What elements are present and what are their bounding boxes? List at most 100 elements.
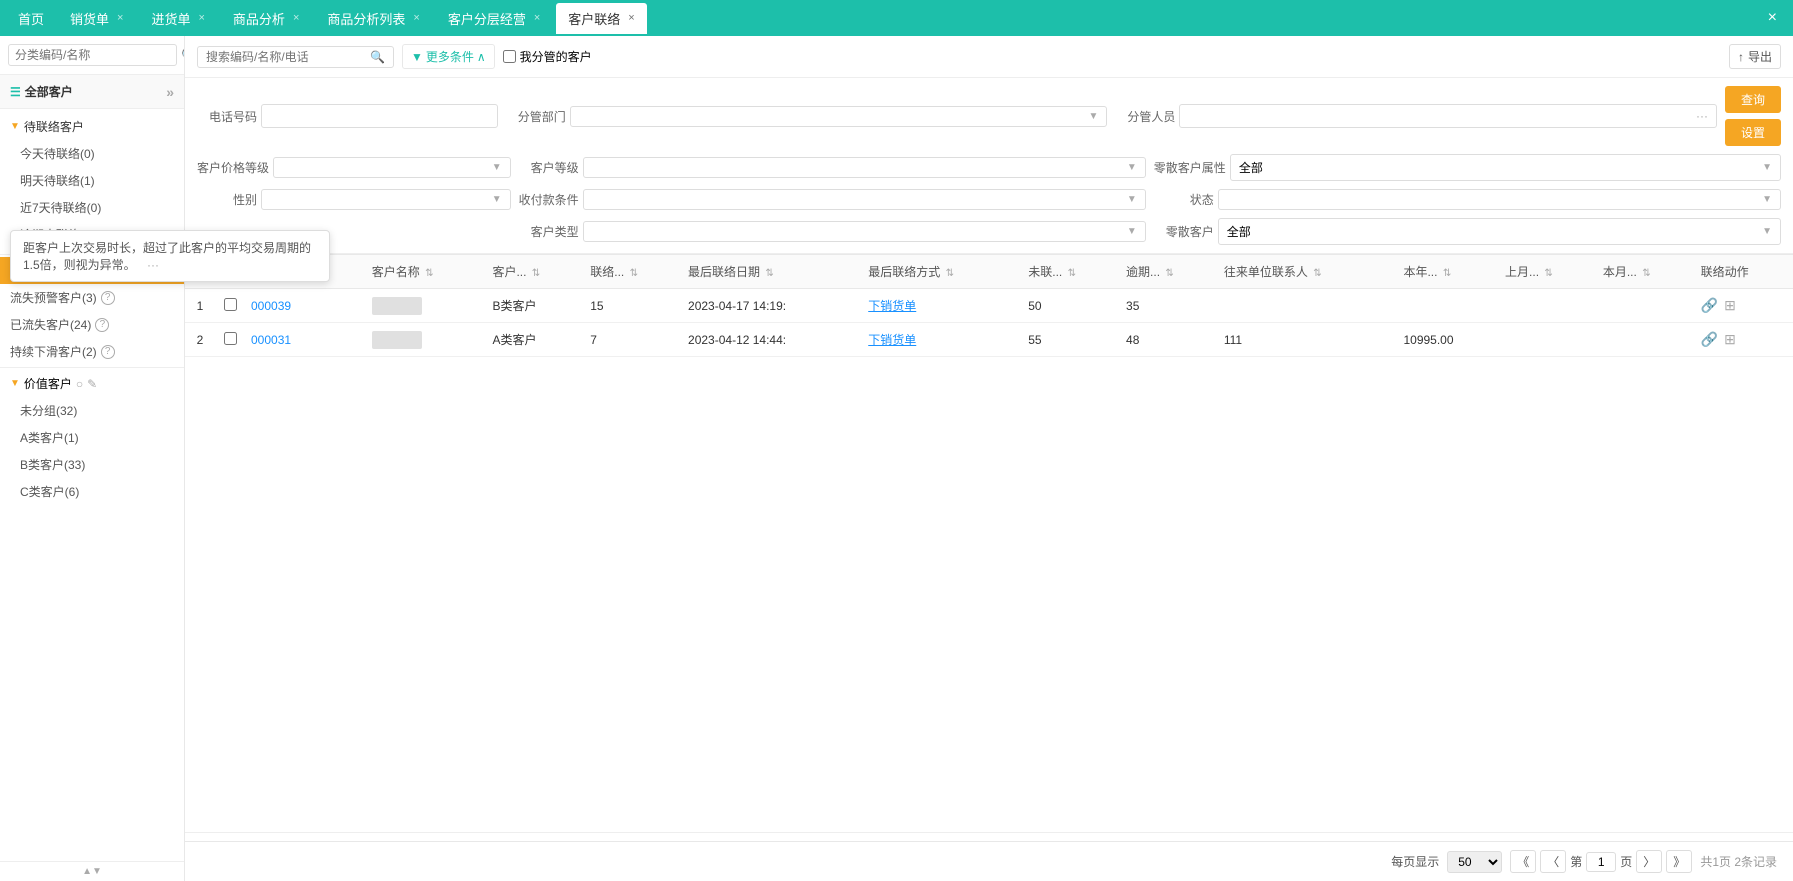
page-navigation: 《 〈 第 页 〉 》 <box>1510 850 1692 873</box>
nav-close-product-analysis-list[interactable]: × <box>413 12 419 24</box>
value-edit2-icon[interactable]: ✎ <box>87 377 97 391</box>
phone-input[interactable] <box>261 104 498 128</box>
row-code[interactable]: 000039 <box>245 289 366 323</box>
row-this-year <box>1397 289 1499 323</box>
lost-customers-help-icon[interactable]: ? <box>95 318 109 332</box>
row-link-icon[interactable]: 🔗 <box>1701 297 1718 314</box>
customer-level-select[interactable]: ▼ <box>583 157 1146 178</box>
sidebar-value-customers-header[interactable]: ▼ 价值客户 ○ ✎ <box>0 370 184 397</box>
sidebar-item-ungrouped[interactable]: 未分组(32) <box>0 397 184 424</box>
declining-help-icon[interactable]: ? <box>101 345 115 359</box>
last-page-button[interactable]: 》 <box>1666 850 1692 873</box>
current-page-input[interactable] <box>1586 852 1616 872</box>
department-select[interactable]: ▼ <box>570 106 1108 127</box>
col-customer-type[interactable]: 客户... ⇅ <box>486 255 584 289</box>
sidebar-pending-header[interactable]: ▼ 待联络客户 <box>0 113 184 140</box>
nav-close-product-analysis[interactable]: × <box>293 12 299 24</box>
row-checkbox[interactable] <box>224 332 237 345</box>
sidebar-item-declining[interactable]: 持续下滑客户(2) ? <box>0 338 184 365</box>
nav-close-customer-contact[interactable]: × <box>628 12 634 24</box>
my-customers-checkbox[interactable] <box>503 50 516 63</box>
per-page-select[interactable]: 50 100 200 <box>1447 851 1502 873</box>
horizontal-scrollbar[interactable] <box>185 832 1793 841</box>
manager-clear-icon[interactable]: ··· <box>1696 109 1708 123</box>
sidebar-item-tomorrow[interactable]: 明天待联络(1) <box>0 167 184 194</box>
content-area: 🔍 ▼ 更多条件 ∧ 我分管的客户 ↑ 导出 电话号码 <box>185 36 1793 881</box>
tooltip-more-icon[interactable]: ··· <box>147 258 159 272</box>
sidebar-item-b-customers[interactable]: B类客户(33) <box>0 451 184 478</box>
col-customer-name[interactable]: 客户名称 ⇅ <box>366 255 487 289</box>
col-this-year[interactable]: 本年... ⇅ <box>1397 255 1499 289</box>
value-edit-icon[interactable]: ○ <box>76 377 83 391</box>
next-page-button[interactable]: 〉 <box>1636 850 1662 873</box>
nav-close-purchase-order[interactable]: × <box>198 12 204 24</box>
nav-customer-segmentation[interactable]: 客户分层经营 × <box>436 3 552 34</box>
row-name[interactable]: ████ <box>366 323 487 357</box>
nav-customer-contact[interactable]: 客户联络 × <box>556 3 646 34</box>
sidebar-all-customers[interactable]: ☰ 全部客户 » <box>0 75 184 109</box>
more-conditions-button[interactable]: ▼ 更多条件 ∧ <box>402 44 495 69</box>
query-button[interactable]: 查询 <box>1725 86 1781 113</box>
my-customers-checkbox-area[interactable]: 我分管的客户 <box>503 48 592 65</box>
repurchase-tooltip: 距客户上次交易时长，超过了此客户的平均交易周期的1.5倍，则视为异常。 ··· <box>10 230 330 282</box>
col-last-month[interactable]: 上月... ⇅ <box>1499 255 1597 289</box>
payment-select[interactable]: ▼ <box>583 189 1146 210</box>
sidebar-resize-handle[interactable]: ▲▼ <box>0 861 184 881</box>
row-last-method[interactable]: 下销货单 <box>862 323 1022 357</box>
col-last-contact-method[interactable]: 最后联络方式 ⇅ <box>862 255 1022 289</box>
customer-type-select[interactable]: ▼ <box>583 221 1146 242</box>
filter-status-group: 状态 ▼ <box>1154 189 1781 210</box>
settings-button[interactable]: 设置 <box>1725 119 1781 146</box>
retail-customer-arrow: ▼ <box>1762 226 1772 237</box>
search-box: 🔍 <box>197 46 394 68</box>
col-contacts[interactable]: 往来单位联系人 ⇅ <box>1218 255 1398 289</box>
row-checkbox-cell <box>215 289 245 323</box>
col-not-contacted[interactable]: 未联... ⇅ <box>1022 255 1120 289</box>
sidebar-item-lost-customers[interactable]: 已流失客户(24) ? <box>0 311 184 338</box>
retail-customer-select[interactable]: 全部 ▼ <box>1218 218 1781 245</box>
price-level-select[interactable]: ▼ <box>273 157 511 178</box>
row-name[interactable]: ████ <box>366 289 487 323</box>
col-contact-count[interactable]: 联络... ⇅ <box>584 255 682 289</box>
row-action-icons: 🔗 ⊞ <box>1701 331 1787 348</box>
prev-page-button[interactable]: 〈 <box>1540 850 1566 873</box>
nav-product-analysis-list[interactable]: 商品分析列表 × <box>315 3 431 34</box>
row-grid-icon[interactable]: ⊞ <box>1724 297 1736 314</box>
lost-warning-help-icon[interactable]: ? <box>101 291 115 305</box>
row-grid-icon[interactable]: ⊞ <box>1724 331 1736 348</box>
col-this-month[interactable]: 本月... ⇅ <box>1597 255 1695 289</box>
first-page-button[interactable]: 《 <box>1510 850 1536 873</box>
nav-close-sales-order[interactable]: × <box>117 12 123 24</box>
col-overdue[interactable]: 逾期... ⇅ <box>1120 255 1218 289</box>
sidebar-item-7days[interactable]: 近7天待联络(0) <box>0 194 184 221</box>
sidebar-search-input[interactable] <box>8 44 177 66</box>
sidebar-item-c-customers[interactable]: C类客户(6) <box>0 478 184 505</box>
gender-select[interactable]: ▼ <box>261 189 511 210</box>
nav-purchase-order[interactable]: 进货单 × <box>139 3 216 34</box>
date-sort-icon: ⇅ <box>765 268 773 279</box>
nav-sales-order[interactable]: 销货单 × <box>58 3 135 34</box>
close-window-button[interactable]: × <box>1760 5 1785 31</box>
row-link-icon[interactable]: 🔗 <box>1701 331 1718 348</box>
sidebar-collapse-icon[interactable]: » <box>166 84 174 100</box>
sidebar-item-a-customers[interactable]: A类客户(1) <box>0 424 184 451</box>
status-select[interactable]: ▼ <box>1218 189 1781 210</box>
filter-department-group: 分管部门 ▼ <box>506 106 1108 127</box>
nav-product-analysis[interactable]: 商品分析 × <box>221 3 311 34</box>
col-last-contact-date[interactable]: 最后联络日期 ⇅ <box>682 255 862 289</box>
retail-attr-select[interactable]: 全部 ▼ <box>1230 154 1781 181</box>
row-checkbox[interactable] <box>224 298 237 311</box>
export-button[interactable]: ↑ 导出 <box>1729 44 1781 69</box>
action-buttons: 查询 设置 <box>1725 86 1781 146</box>
row-code[interactable]: 000031 <box>245 323 366 357</box>
row-last-date: 2023-04-17 14:19: <box>682 289 862 323</box>
customer-name-blurred: ████ <box>372 331 422 349</box>
nav-close-customer-segmentation[interactable]: × <box>534 12 540 24</box>
nav-home[interactable]: 首页 <box>8 3 54 34</box>
value-arrow-icon: ▼ <box>10 378 20 389</box>
manager-select[interactable]: ··· <box>1179 104 1717 128</box>
sidebar-item-today[interactable]: 今天待联络(0) <box>0 140 184 167</box>
sidebar-item-lost-warning[interactable]: 流失预警客户(3) ? <box>0 284 184 311</box>
row-last-method[interactable]: 下销货单 <box>862 289 1022 323</box>
search-input[interactable] <box>206 50 366 64</box>
